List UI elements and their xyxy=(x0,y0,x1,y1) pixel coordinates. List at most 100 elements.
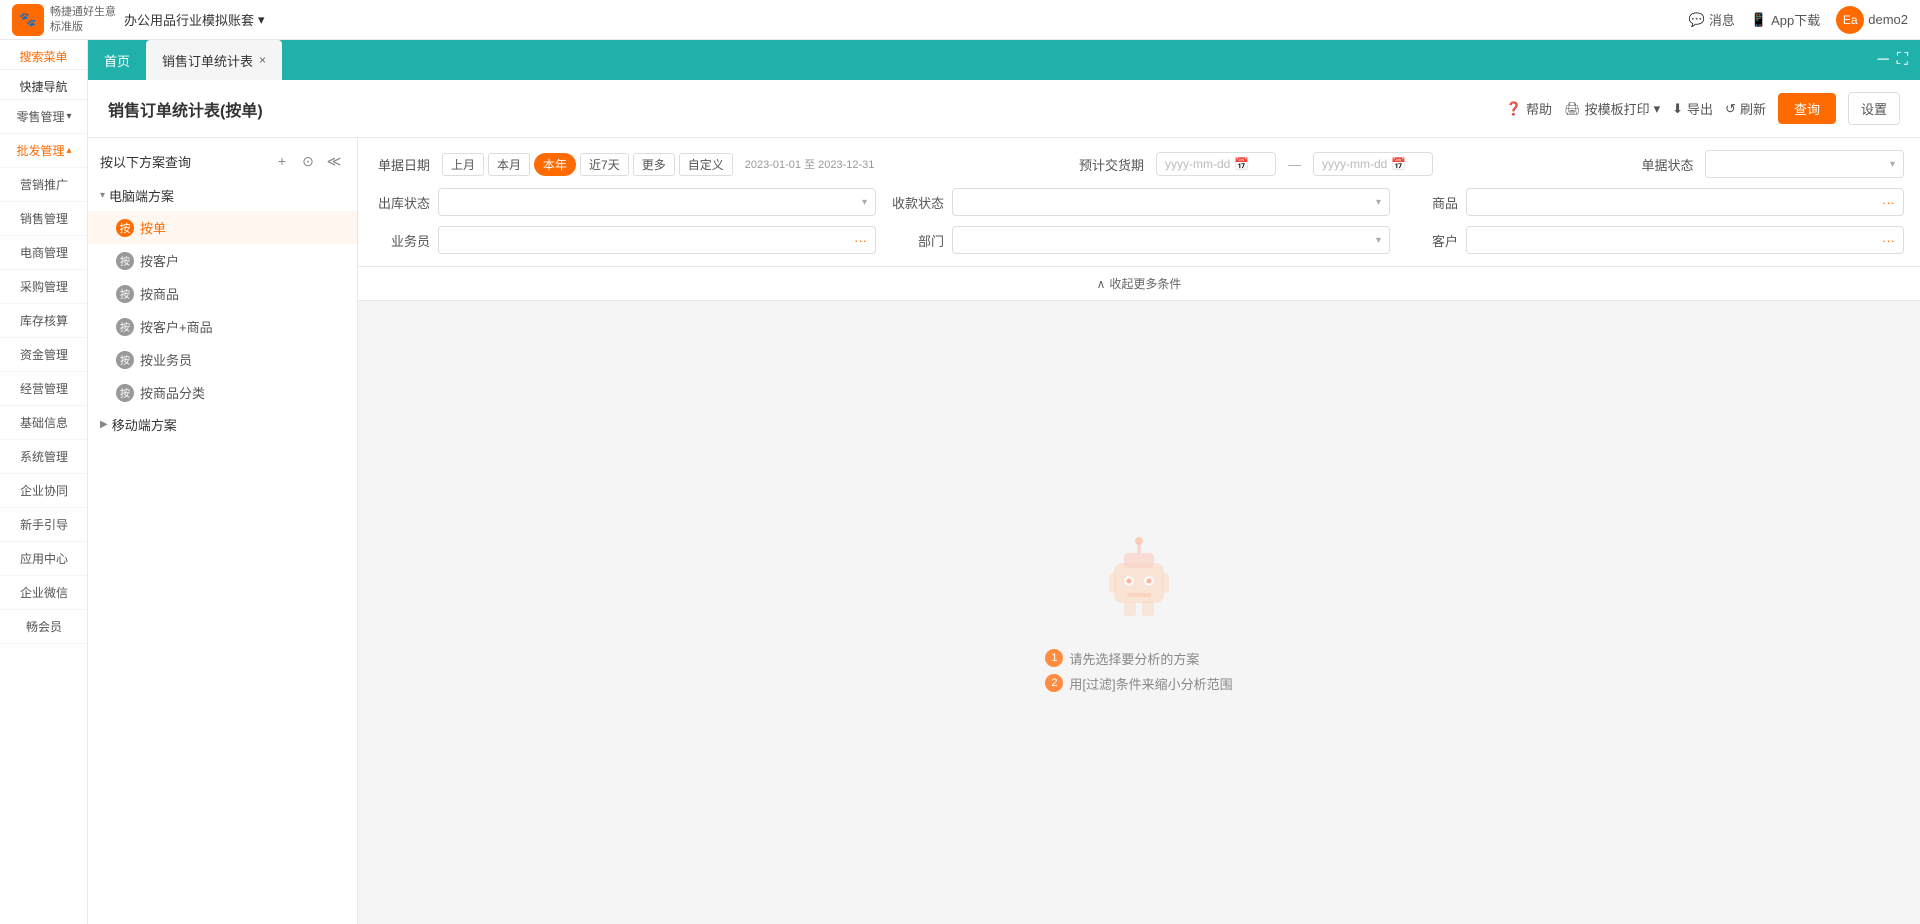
expected-date-start[interactable]: yyyy-mm-dd 📅 xyxy=(1156,152,1276,176)
tab-close-btn[interactable]: × xyxy=(259,53,266,67)
page-title: 销售订单统计表(按单) xyxy=(108,97,263,121)
logo-icon: 🐾 xyxy=(12,4,44,36)
help-btn[interactable]: ❓ 帮助 xyxy=(1506,99,1552,118)
empty-illustration xyxy=(1089,533,1189,633)
expected-date-label: 预计交货期 xyxy=(1079,155,1144,174)
add-scheme-btn[interactable]: + xyxy=(271,150,293,172)
topbar-right: 💬 消息 📱 App下载 Ea demo2 xyxy=(1689,6,1908,34)
scheme-item-by-product[interactable]: 按 按商品 xyxy=(88,277,357,310)
refresh-btn[interactable]: ↺ 刷新 xyxy=(1725,99,1766,118)
sidebar-item-finance[interactable]: 资金管理 xyxy=(0,338,88,372)
tip-num-1: 1 xyxy=(1045,649,1063,667)
delivery-label: 出库状态 xyxy=(374,193,430,212)
salesperson-filter: 业务员 ··· xyxy=(374,226,876,254)
status-select[interactable]: ▾ xyxy=(1705,150,1904,178)
product-label: 商品 xyxy=(1402,193,1458,212)
scheme-group-mobile[interactable]: ▶ 移动端方案 xyxy=(88,409,357,440)
tab-maximize-btn[interactable]: ⛶ xyxy=(1897,51,1908,69)
date-btn-custom[interactable]: 自定义 xyxy=(679,153,733,176)
message-icon: 💬 xyxy=(1689,12,1705,28)
query-button[interactable]: 查询 xyxy=(1778,93,1836,124)
sidebar-item-marketing[interactable]: 营销推广 xyxy=(0,168,88,202)
expected-date-end[interactable]: yyyy-mm-dd 📅 xyxy=(1313,152,1433,176)
department-filter: 部门 ▾ xyxy=(888,226,1390,254)
delivery-select[interactable]: ▾ xyxy=(438,188,876,216)
tabbar-right: ─ ⛶ xyxy=(1877,51,1920,69)
payment-filter: 收款状态 ▾ xyxy=(888,188,1390,216)
right-panel: 单据日期 上月 本月 本年 近7天 更多 自定义 2023-01-01 至 20… xyxy=(358,138,1920,924)
product-input[interactable]: ··· xyxy=(1466,188,1904,216)
user-area[interactable]: Ea demo2 xyxy=(1836,6,1908,34)
date-btn-more[interactable]: 更多 xyxy=(633,153,675,176)
sidebar-item-wechat[interactable]: 企业微信 xyxy=(0,576,88,610)
date-btn-7days[interactable]: 近7天 xyxy=(580,153,629,176)
customer-more-icon: ··· xyxy=(1882,233,1895,248)
date-label: 单据日期 xyxy=(374,155,430,174)
tab-minimize-btn[interactable]: ─ xyxy=(1877,51,1888,69)
print-icon: 🖨 xyxy=(1564,101,1581,117)
sidebar-item-retail[interactable]: 零售管理 ▾ xyxy=(0,100,88,134)
group-arrow-icon: ▾ xyxy=(100,190,105,201)
sidebar-item-enterprise[interactable]: 企业协同 xyxy=(0,474,88,508)
scheme-icon-by-cust-prod: 按 xyxy=(116,318,134,336)
export-btn[interactable]: ⬇ 导出 xyxy=(1672,99,1713,118)
date-btn-last-month[interactable]: 上月 xyxy=(442,153,484,176)
edit-scheme-btn[interactable]: ⊙ xyxy=(297,150,319,172)
setting-button[interactable]: 设置 xyxy=(1848,92,1900,125)
scheme-item-by-salesperson[interactable]: 按 按业务员 xyxy=(88,343,357,376)
collapse-btn[interactable]: ∧ 收起更多条件 xyxy=(1097,275,1182,292)
filter-row-extra: 业务员 ··· 部门 ▾ xyxy=(374,226,1904,254)
date-btn-this-month[interactable]: 本月 xyxy=(488,153,530,176)
scheme-group-header[interactable]: ▾ 电脑端方案 xyxy=(88,180,357,211)
customer-filter: 客户 ··· xyxy=(1402,226,1904,254)
sidebar-item-apps[interactable]: 应用中心 xyxy=(0,542,88,576)
sidebar-item-member[interactable]: 畅会员 xyxy=(0,610,88,644)
left-panel-title: 按以下方案查询 xyxy=(100,152,191,171)
topbar-title[interactable]: 办公用品行业模拟账套 ▾ xyxy=(124,10,265,29)
sidebar-search[interactable]: 搜索菜单 xyxy=(0,40,87,70)
date-range-text: 2023-01-01 至 2023-12-31 xyxy=(745,156,875,172)
sidebar-item-system[interactable]: 系统管理 xyxy=(0,440,88,474)
product-more-icon: ··· xyxy=(1882,195,1895,210)
page-actions: ❓ 帮助 🖨 按模板打印 ▾ ⬇ 导出 ↺ 刷新 查询 设置 xyxy=(1506,92,1900,125)
logo-text: 畅捷通好生意 标准版 xyxy=(50,5,116,34)
scheme-item-by-category[interactable]: 按 按商品分类 xyxy=(88,376,357,409)
customer-input[interactable]: ··· xyxy=(1466,226,1904,254)
department-label: 部门 xyxy=(888,231,944,250)
app-download-btn[interactable]: 📱 App下载 xyxy=(1751,10,1820,29)
sidebar-item-basic[interactable]: 基础信息 xyxy=(0,406,88,440)
sidebar-item-guide[interactable]: 新手引导 xyxy=(0,508,88,542)
scheme-item-by-order[interactable]: 按 按单 xyxy=(88,211,357,244)
date-btn-this-year[interactable]: 本年 xyxy=(534,153,576,176)
sidebar-item-inventory[interactable]: 库存核算 xyxy=(0,304,88,338)
department-select[interactable]: ▾ xyxy=(952,226,1390,254)
collapse-panel-btn[interactable]: ≪ xyxy=(323,150,345,172)
sidebar-quick-nav[interactable]: 快捷导航 xyxy=(0,70,87,100)
scheme-item-by-cust-prod[interactable]: 按 按客户+商品 xyxy=(88,310,357,343)
left-panel-actions: + ⊙ ≪ xyxy=(271,150,345,172)
collapse-bar[interactable]: ∧ 收起更多条件 xyxy=(358,267,1920,301)
message-btn[interactable]: 💬 消息 xyxy=(1689,10,1735,29)
sidebar-item-operation[interactable]: 经营管理 xyxy=(0,372,88,406)
topbar-dropdown-arrow: ▾ xyxy=(258,12,265,28)
scheme-item-by-customer[interactable]: 按 按客户 xyxy=(88,244,357,277)
chevron-icon-2: ▴ xyxy=(66,145,71,156)
scheme-icon-by-product: 按 xyxy=(116,285,134,303)
sidebar-item-ecommerce[interactable]: 电商管理 xyxy=(0,236,88,270)
main-layout: 搜索菜单 快捷导航 零售管理 ▾ 批发管理 ▴ 营销推广 销售管理 电商管理 采… xyxy=(0,40,1920,924)
payment-label: 收款状态 xyxy=(888,193,944,212)
phone-icon: 📱 xyxy=(1751,12,1767,28)
page-header: 销售订单统计表(按单) ❓ 帮助 🖨 按模板打印 ▾ ⬇ 导出 ↺ 刷新 xyxy=(88,80,1920,138)
salesperson-input[interactable]: ··· xyxy=(438,226,876,254)
sidebar-item-sales[interactable]: 销售管理 xyxy=(0,202,88,236)
scheme-icon-by-order: 按 xyxy=(116,219,134,237)
sidebar-item-purchase[interactable]: 采购管理 xyxy=(0,270,88,304)
empty-state: 1 请先选择要分析的方案 2 用[过滤]条件来缩小分析范围 xyxy=(1045,533,1232,693)
tab-active[interactable]: 销售订单统计表 × xyxy=(146,40,282,80)
print-btn[interactable]: 🖨 按模板打印 ▾ xyxy=(1564,99,1660,118)
left-panel-header: 按以下方案查询 + ⊙ ≪ xyxy=(88,146,357,180)
tab-home[interactable]: 首页 xyxy=(88,40,146,80)
sidebar-item-wholesale[interactable]: 批发管理 ▴ xyxy=(0,134,88,168)
customer-label: 客户 xyxy=(1402,231,1458,250)
payment-select[interactable]: ▾ xyxy=(952,188,1390,216)
